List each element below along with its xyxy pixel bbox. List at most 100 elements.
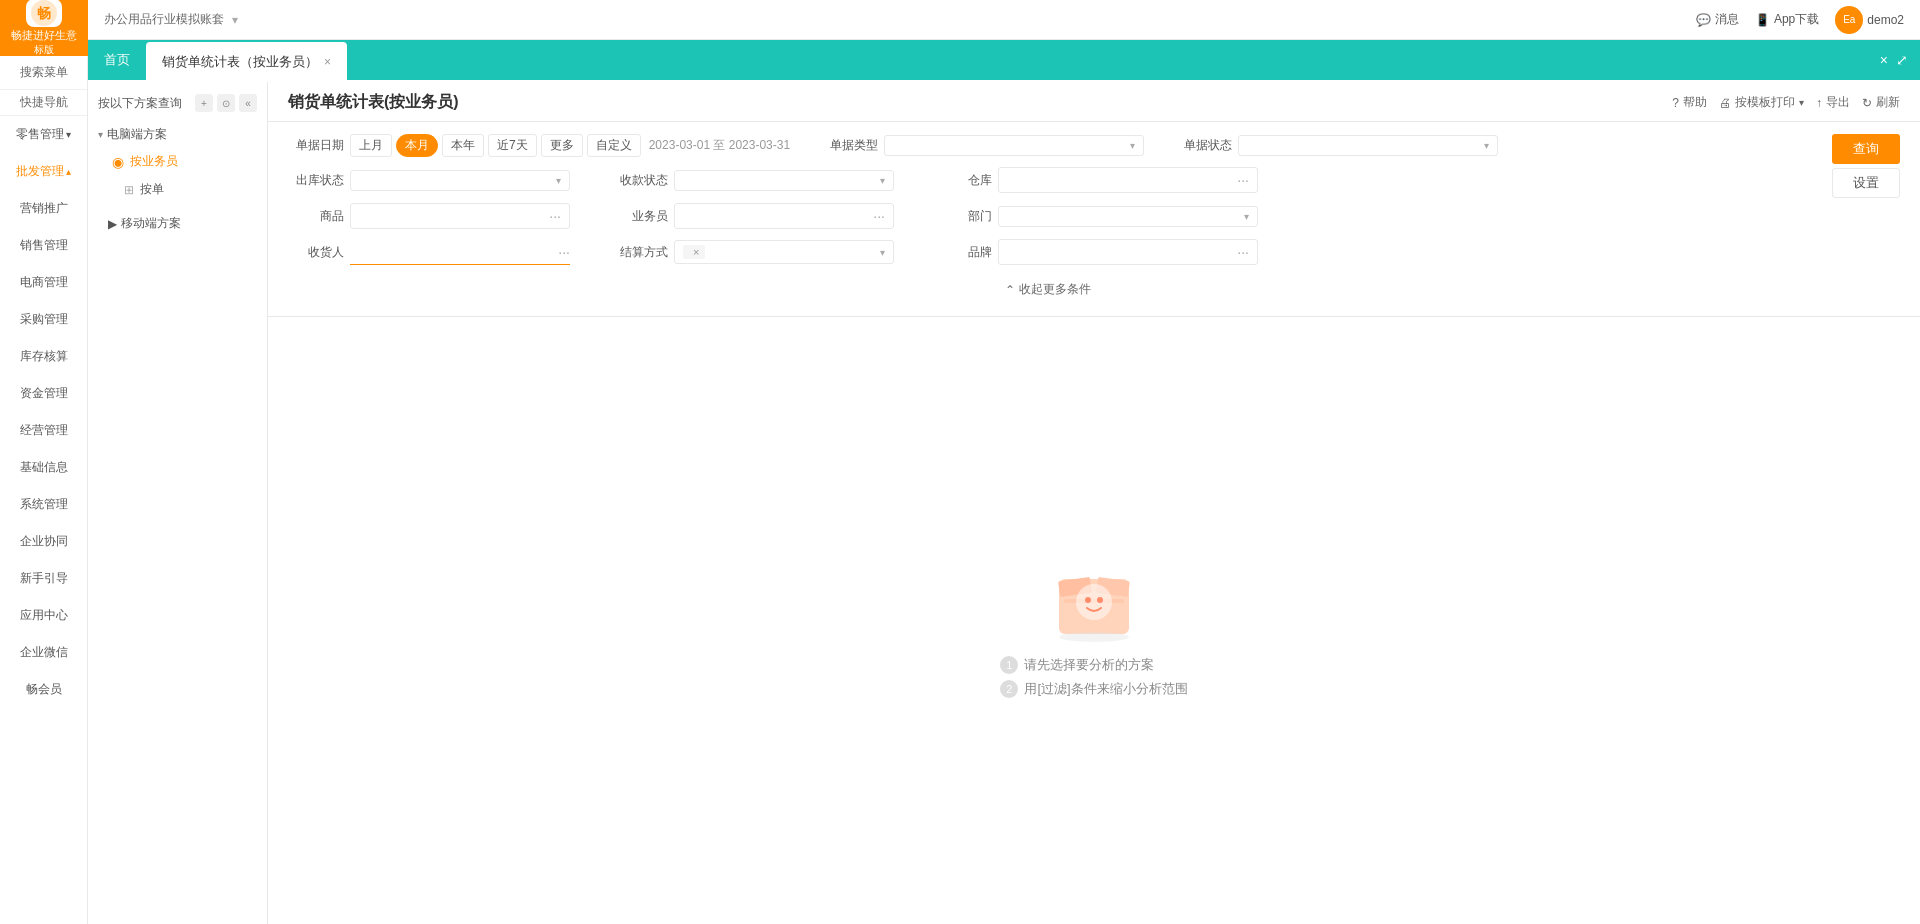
sidebar-quick-nav-label[interactable]: 快捷导航 <box>20 95 68 109</box>
sidebar-quick-nav[interactable]: 快捷导航 <box>0 90 87 116</box>
sidebar-item-member[interactable]: 畅会员 <box>0 671 87 708</box>
sidebar-item-enterprise[interactable]: 企业协同 <box>0 523 87 560</box>
out-status-arrow-icon: ▾ <box>556 175 561 186</box>
date-more-btn[interactable]: 更多 <box>541 134 583 157</box>
scheme-by-order[interactable]: ⊞ 按单 <box>88 176 267 203</box>
warehouse-dots[interactable]: ··· <box>1237 172 1249 188</box>
tab-expand-icon[interactable]: ⤢ <box>1896 52 1908 68</box>
doc-status-select[interactable]: ▾ <box>1238 135 1498 156</box>
settle-clear-icon[interactable]: × <box>693 246 699 258</box>
sidebar-item-purchase[interactable]: 采购管理 <box>0 301 87 338</box>
sidebar-search-area[interactable]: 搜索菜单 <box>0 56 87 90</box>
date-custom-btn[interactable]: 自定义 <box>587 134 641 157</box>
sidebar-search-label[interactable]: 搜索菜单 <box>20 65 68 79</box>
brand-select[interactable]: ··· <box>998 239 1258 265</box>
content-area: 按以下方案查询 + ⊙ « ▾ 电脑端方案 ◉ 按业务员 ⊞ <box>88 80 1920 924</box>
breadcrumb-arrow-icon[interactable]: ▾ <box>232 13 238 27</box>
sidebar-item-ecommerce[interactable]: 电商管理 <box>0 264 87 301</box>
sidebar-item-inventory[interactable]: 库存核算 <box>0 338 87 375</box>
page-header-actions: ? 帮助 🖨 按模板打印 ▾ ↑ 导出 ↻ 刷新 <box>1672 94 1900 111</box>
salesperson-dots[interactable]: ··· <box>873 208 885 224</box>
sidebar-item-retail[interactable]: 零售管理 ▾ <box>0 116 87 153</box>
goods-select[interactable]: ··· <box>350 203 570 229</box>
doc-type-select[interactable]: ▾ <box>884 135 1144 156</box>
message-icon: 💬 <box>1696 13 1711 27</box>
empty-hint-1: 1 请先选择要分析的方案 <box>1000 656 1187 674</box>
goods-dots[interactable]: ··· <box>549 208 561 224</box>
out-status-select[interactable]: ▾ <box>350 170 570 191</box>
brand-filter: 品牌 ··· <box>936 239 1258 265</box>
main-area: 办公用品行业模拟账套 ▾ 💬 消息 📱 App下载 Ea demo2 首页 <box>88 0 1920 924</box>
date-this-month-btn[interactable]: 本月 <box>396 134 438 157</box>
message-button[interactable]: 💬 消息 <box>1696 11 1739 28</box>
export-label: 导出 <box>1826 94 1850 111</box>
pay-status-select[interactable]: ▾ <box>674 170 894 191</box>
sidebar-item-ewechat[interactable]: 企业微信 <box>0 634 87 671</box>
sidebar-item-sales[interactable]: 销售管理 <box>0 227 87 264</box>
tab-close-icon[interactable]: × <box>324 55 331 69</box>
collapse-more-btn[interactable]: ⌃ 收起更多条件 <box>288 275 1808 304</box>
date-last-month-btn[interactable]: 上月 <box>350 134 392 157</box>
app-download-label: App下载 <box>1774 11 1819 28</box>
sidebar-inventory-label: 库存核算 <box>20 349 68 363</box>
pc-section-label: 电脑端方案 <box>107 126 167 143</box>
date-this-year-btn[interactable]: 本年 <box>442 134 484 157</box>
consignee-input-wrapper[interactable]: ··· <box>350 240 570 265</box>
help-button[interactable]: ? 帮助 <box>1672 94 1707 111</box>
sidebar-item-operation[interactable]: 经营管理 <box>0 412 87 449</box>
sidebar-marketing-label: 营销推广 <box>20 201 68 215</box>
sidebar-item-appcenter[interactable]: 应用中心 <box>0 597 87 634</box>
user-avatar-area[interactable]: Ea demo2 <box>1835 6 1904 34</box>
empty-state: 1 请先选择要分析的方案 2 用[过滤]条件来缩小分析范围 <box>268 317 1920 924</box>
edit-scheme-button[interactable]: ⊙ <box>217 94 235 112</box>
date-last-7days-btn[interactable]: 近7天 <box>488 134 537 157</box>
settle-label: 结算方式 <box>612 244 668 261</box>
setting-button[interactable]: 设置 <box>1832 168 1900 198</box>
print-arrow-icon: ▾ <box>1799 97 1804 108</box>
sidebar-purchase-label: 采购管理 <box>20 312 68 326</box>
pc-section-title[interactable]: ▾ 电脑端方案 <box>88 122 267 147</box>
sidebar-item-system[interactable]: 系统管理 <box>0 486 87 523</box>
tab-close-all-icon[interactable]: × <box>1880 52 1888 68</box>
warehouse-select[interactable]: ··· <box>998 167 1258 193</box>
collapse-panel-button[interactable]: « <box>239 94 257 112</box>
template-print-button[interactable]: 🖨 按模板打印 ▾ <box>1719 94 1804 111</box>
help-label: 帮助 <box>1683 94 1707 111</box>
add-scheme-button[interactable]: + <box>195 94 213 112</box>
mobile-section-title[interactable]: ▶ 移动端方案 <box>88 211 267 236</box>
export-button[interactable]: ↑ 导出 <box>1816 94 1850 111</box>
tab-home[interactable]: 首页 <box>88 40 146 80</box>
sidebar-item-basic[interactable]: 基础信息 <box>0 449 87 486</box>
tab-home-label: 首页 <box>104 51 130 69</box>
settle-select[interactable]: × ▾ <box>674 240 894 264</box>
sidebar-finance-label: 资金管理 <box>20 386 68 400</box>
mobile-section-caret: ▶ <box>108 217 117 231</box>
brand-dots[interactable]: ··· <box>1237 244 1249 260</box>
left-panel-icons: + ⊙ « <box>195 94 257 112</box>
salesperson-select[interactable]: ··· <box>674 203 894 229</box>
settle-arrow-icon: ▾ <box>880 247 885 258</box>
dept-select[interactable]: ▾ <box>998 206 1258 227</box>
mobile-section-label: 移动端方案 <box>121 215 181 232</box>
app-subtitle: 标版 <box>34 43 54 57</box>
svg-point-6 <box>1076 584 1112 620</box>
consignee-filter: 收货人 ··· <box>288 240 570 265</box>
pc-section: ▾ 电脑端方案 ◉ 按业务员 ⊞ 按单 <box>88 118 267 207</box>
consignee-input[interactable] <box>350 245 554 259</box>
settle-filter: 结算方式 × ▾ <box>612 240 894 264</box>
svg-point-9 <box>1059 632 1129 642</box>
sidebar-item-finance[interactable]: 资金管理 <box>0 375 87 412</box>
sidebar-item-marketing[interactable]: 营销推广 <box>0 190 87 227</box>
consignee-dots[interactable]: ··· <box>558 244 570 260</box>
order-scheme-icon: ⊞ <box>124 183 134 197</box>
empty-hints: 1 请先选择要分析的方案 2 用[过滤]条件来缩小分析范围 <box>1000 656 1187 698</box>
tab-sales-stats[interactable]: 销货单统计表（按业务员） × <box>146 42 347 82</box>
refresh-button[interactable]: ↻ 刷新 <box>1862 94 1900 111</box>
sidebar-item-newbie[interactable]: 新手引导 <box>0 560 87 597</box>
query-button[interactable]: 查询 <box>1832 134 1900 164</box>
empty-hint-2: 2 用[过滤]条件来缩小分析范围 <box>1000 680 1187 698</box>
left-panel-title: 按以下方案查询 <box>98 95 182 112</box>
app-download-button[interactable]: 📱 App下载 <box>1755 11 1819 28</box>
scheme-by-salesperson[interactable]: ◉ 按业务员 <box>88 147 267 176</box>
sidebar-item-wholesale[interactable]: 批发管理 ▴ <box>0 153 87 190</box>
